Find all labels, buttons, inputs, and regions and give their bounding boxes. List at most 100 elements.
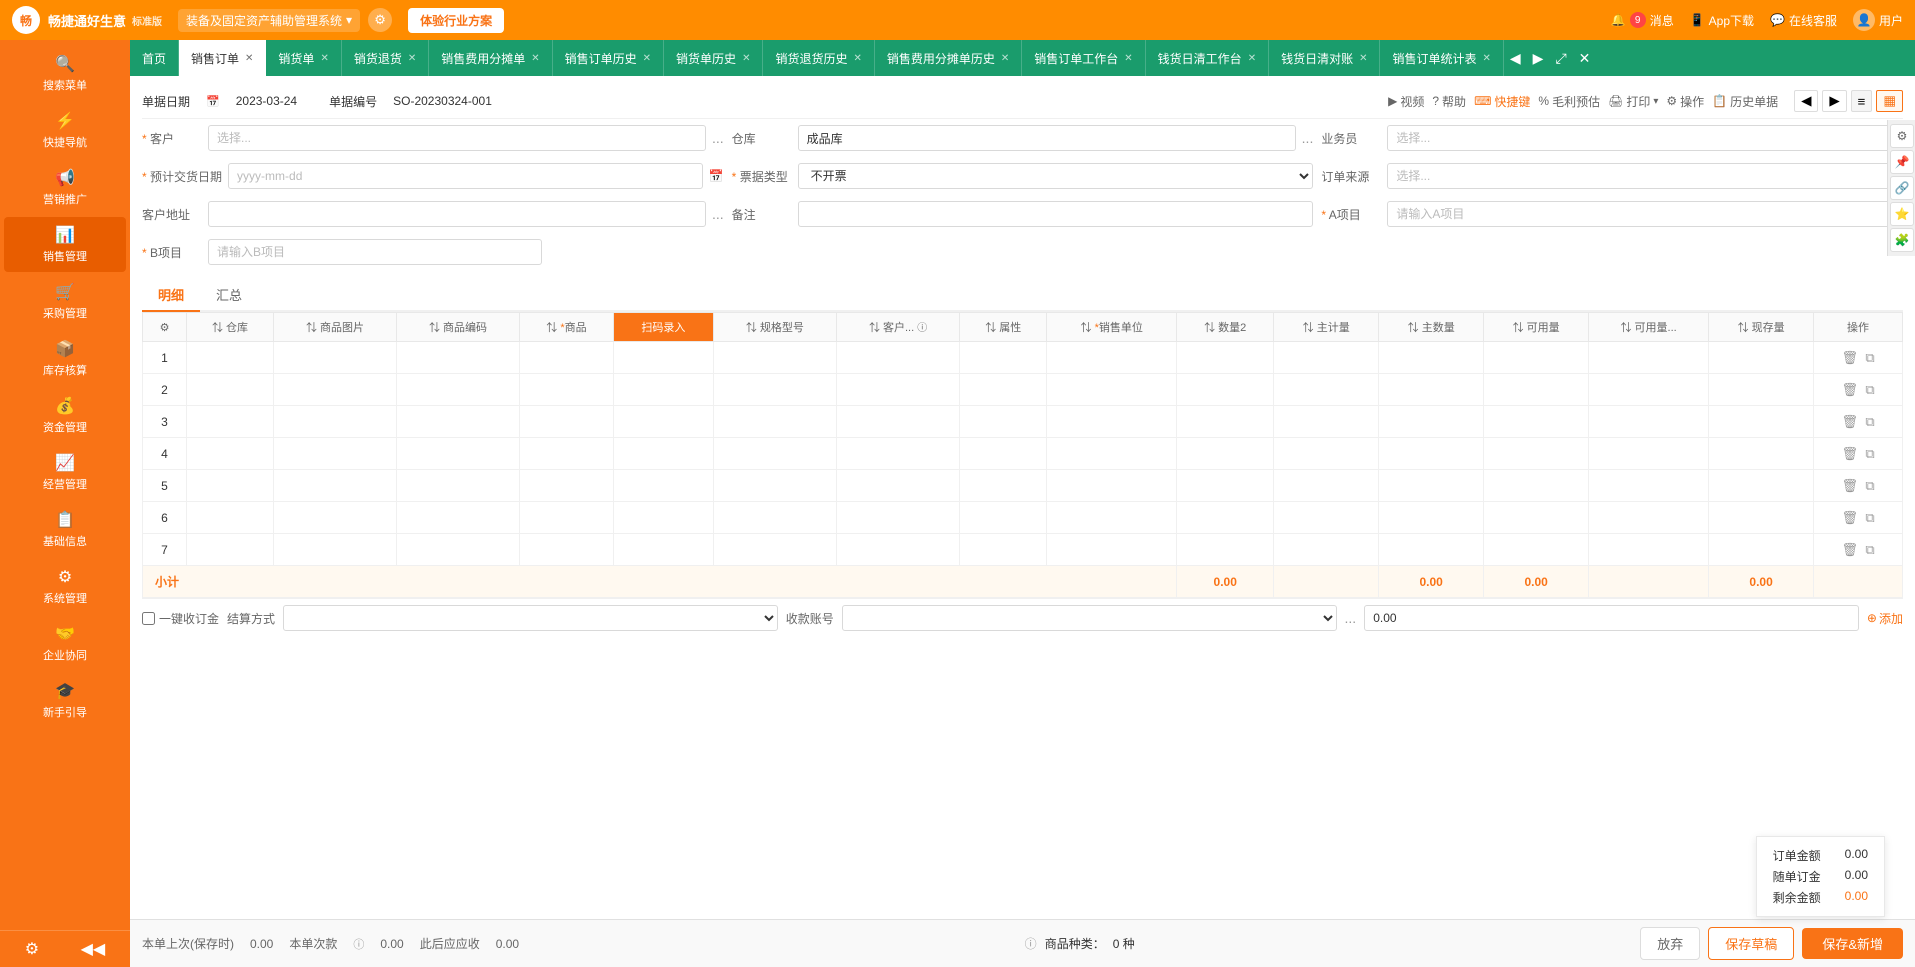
row-stock[interactable]: [1709, 406, 1814, 438]
row-warehouse[interactable]: [187, 406, 274, 438]
calendar-icon[interactable]: 📅: [206, 95, 220, 108]
project-a-input[interactable]: [1387, 201, 1903, 227]
row-qty2[interactable]: [1177, 502, 1274, 534]
row-code[interactable]: [396, 470, 519, 502]
bank-select[interactable]: [842, 605, 1337, 631]
row-code[interactable]: [396, 406, 519, 438]
notification-bell[interactable]: 🔔 9 消息: [1611, 12, 1674, 29]
sidebar-item-6[interactable]: 💰资金管理: [4, 388, 126, 443]
row-copy-icon[interactable]: ⧉: [1863, 414, 1876, 430]
tab-summary[interactable]: 汇总: [200, 279, 258, 312]
row-warehouse[interactable]: [187, 470, 274, 502]
tab-expand-button[interactable]: ⤢: [1549, 40, 1572, 76]
right-panel-btn-2[interactable]: 📌: [1890, 150, 1914, 174]
row-customer-code[interactable]: [836, 342, 959, 374]
row-qty2[interactable]: [1177, 406, 1274, 438]
row-product[interactable]: [519, 374, 613, 406]
row-unit[interactable]: [1047, 342, 1177, 374]
row-main-unit[interactable]: [1274, 438, 1379, 470]
tab-close-all-button[interactable]: ✕: [1573, 40, 1597, 76]
project-b-input[interactable]: [208, 239, 542, 265]
add-payment-button[interactable]: ⊕ 添加: [1867, 610, 1903, 627]
row-delete-icon[interactable]: 🗑: [1839, 478, 1860, 494]
tab-9[interactable]: 销售订单工作台✕: [1022, 40, 1145, 76]
user-avatar[interactable]: 👤 用户: [1853, 9, 1903, 31]
row-main-qty[interactable]: [1379, 534, 1484, 566]
row-attr[interactable]: [960, 438, 1047, 470]
save-draft-button[interactable]: 保存草稿: [1708, 927, 1794, 960]
row-delete-icon[interactable]: 🗑: [1839, 414, 1860, 430]
row-main-unit[interactable]: [1274, 534, 1379, 566]
row-main-unit[interactable]: [1274, 374, 1379, 406]
row-spec[interactable]: [713, 470, 836, 502]
delivery-date-calendar-icon[interactable]: 📅: [709, 169, 724, 183]
payment-amount-input[interactable]: [1364, 605, 1859, 631]
row-available[interactable]: [1484, 438, 1589, 470]
row-code[interactable]: [396, 534, 519, 566]
row-customer-code[interactable]: [836, 502, 959, 534]
sidebar-item-3[interactable]: 📊销售管理: [4, 217, 126, 272]
tab-12[interactable]: 销售订单统计表✕: [1380, 40, 1503, 76]
sidebar-item-2[interactable]: 📢营销推广: [4, 160, 126, 215]
bank-expand-icon[interactable]: ...: [1345, 610, 1357, 626]
sidebar-item-4[interactable]: 🛒采购管理: [4, 274, 126, 329]
row-spec[interactable]: [713, 534, 836, 566]
tab-4[interactable]: 销售费用分摊单✕: [429, 40, 552, 76]
row-warehouse[interactable]: [187, 502, 274, 534]
online-service[interactable]: 💬 在线客服: [1770, 12, 1837, 29]
row-warehouse[interactable]: [187, 438, 274, 470]
row-main-qty[interactable]: [1379, 406, 1484, 438]
row-main-qty[interactable]: [1379, 342, 1484, 374]
row-spec[interactable]: [713, 342, 836, 374]
tab-0[interactable]: 首页: [130, 40, 179, 76]
row-unit[interactable]: [1047, 502, 1177, 534]
row-code[interactable]: [396, 374, 519, 406]
salesperson-input[interactable]: [1387, 125, 1903, 151]
row-available2[interactable]: [1589, 534, 1709, 566]
discard-button[interactable]: 放弃: [1640, 927, 1700, 960]
row-attr[interactable]: [960, 342, 1047, 374]
row-main-unit[interactable]: [1274, 470, 1379, 502]
row-unit[interactable]: [1047, 470, 1177, 502]
row-customer-code[interactable]: [836, 534, 959, 566]
row-main-qty[interactable]: [1379, 374, 1484, 406]
row-available[interactable]: [1484, 406, 1589, 438]
sidebar-collapse-icon[interactable]: ◀◀: [81, 939, 106, 959]
row-available2[interactable]: [1589, 342, 1709, 374]
warehouse-input[interactable]: [798, 125, 1296, 151]
invoice-type-select[interactable]: 不开票: [798, 163, 1314, 189]
sidebar-item-8[interactable]: 📋基础信息: [4, 502, 126, 557]
row-main-unit[interactable]: [1274, 406, 1379, 438]
row-delete-icon[interactable]: 🗑: [1839, 350, 1860, 366]
history-button[interactable]: 📋 历史单据: [1712, 93, 1778, 110]
row-main-qty[interactable]: [1379, 438, 1484, 470]
row-stock[interactable]: [1709, 470, 1814, 502]
view-toggle-prev[interactable]: ◀: [1794, 90, 1818, 112]
row-stock[interactable]: [1709, 534, 1814, 566]
tab-2[interactable]: 销货单✕: [266, 40, 341, 76]
row-qty2[interactable]: [1177, 438, 1274, 470]
tab-10[interactable]: 钱货日清工作台✕: [1146, 40, 1269, 76]
row-available2[interactable]: [1589, 502, 1709, 534]
tab-1[interactable]: 销售订单✕: [179, 40, 266, 76]
help-button[interactable]: ? 帮助: [1432, 93, 1466, 110]
row-spec[interactable]: [713, 502, 836, 534]
row-copy-icon[interactable]: ⧉: [1863, 542, 1876, 558]
row-available[interactable]: [1484, 502, 1589, 534]
quick-payment-checkbox[interactable]: [142, 612, 155, 625]
row-available[interactable]: [1484, 470, 1589, 502]
right-panel-btn-1[interactable]: ⚙: [1890, 124, 1914, 148]
settlement-select[interactable]: [283, 605, 778, 631]
row-available[interactable]: [1484, 534, 1589, 566]
order-source-input[interactable]: [1387, 163, 1903, 189]
row-unit[interactable]: [1047, 438, 1177, 470]
row-customer-code[interactable]: [836, 374, 959, 406]
operation-button[interactable]: ⚙ 操作: [1666, 93, 1704, 110]
row-qty2[interactable]: [1177, 470, 1274, 502]
row-qty2[interactable]: [1177, 374, 1274, 406]
tab-6[interactable]: 销货单历史✕: [664, 40, 763, 76]
tab-11[interactable]: 钱货日清对账✕: [1269, 40, 1380, 76]
row-stock[interactable]: [1709, 502, 1814, 534]
row-main-qty[interactable]: [1379, 502, 1484, 534]
view-video-button[interactable]: ▶ 视频: [1388, 93, 1424, 110]
